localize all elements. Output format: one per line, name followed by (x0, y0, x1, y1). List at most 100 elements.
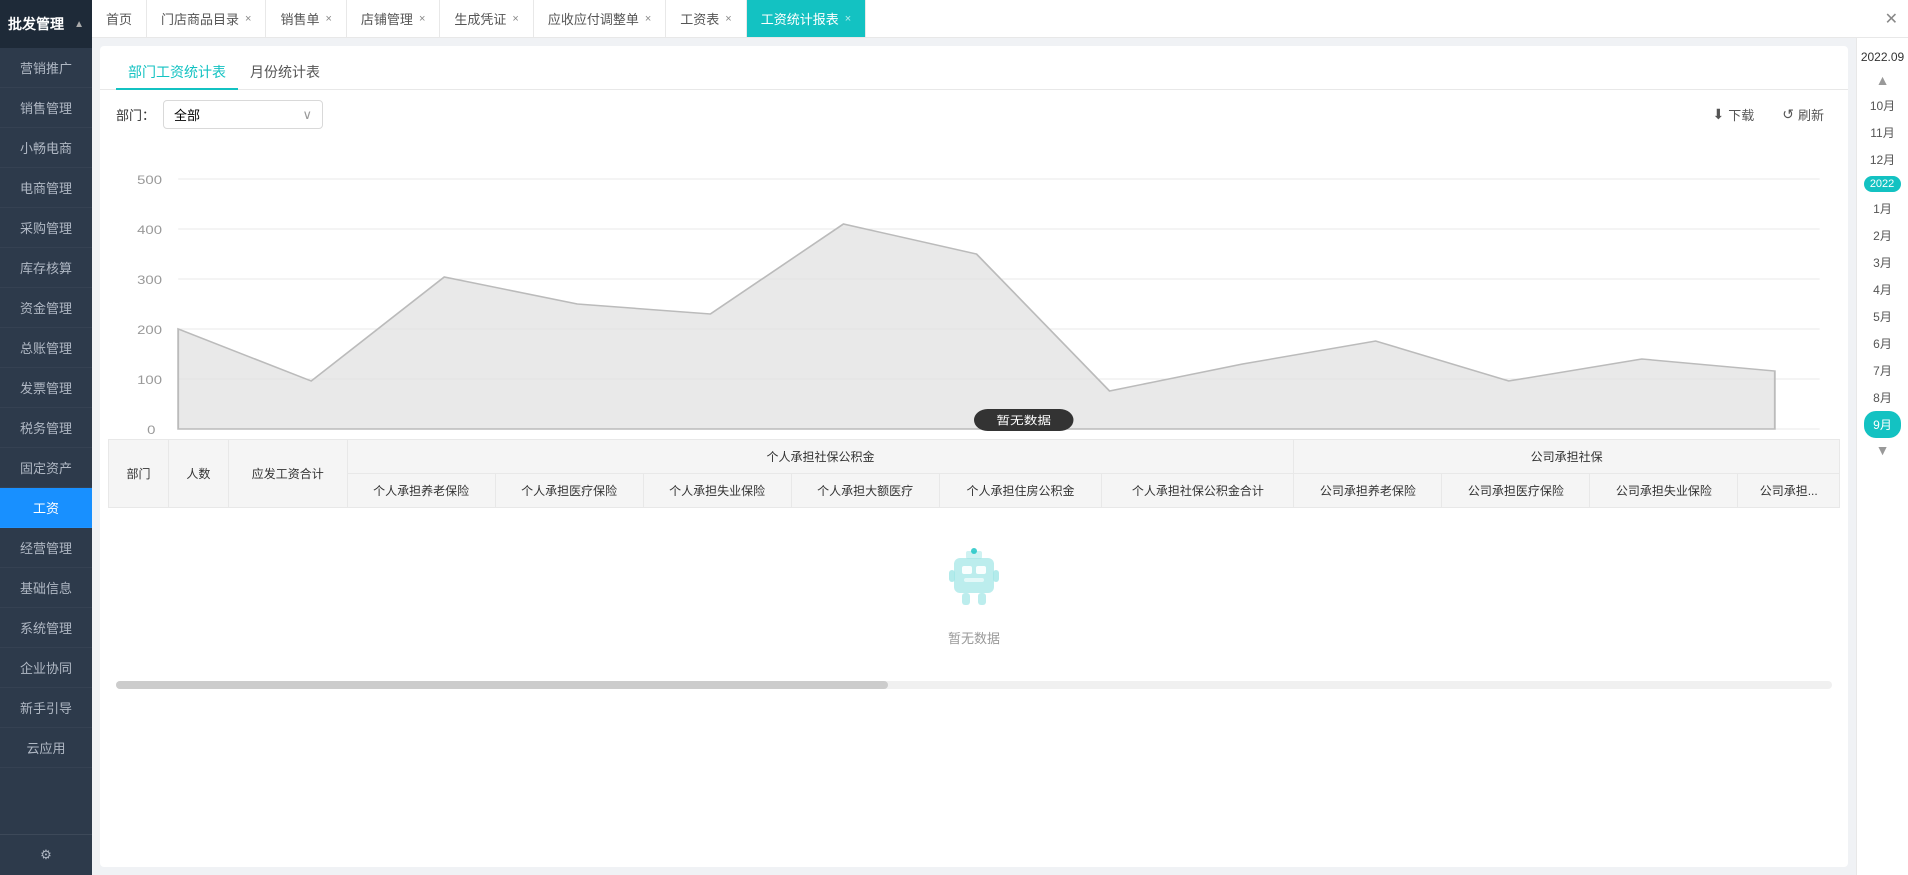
table-header-row-1: 部门 人数 应发工资合计 个人承担社保公积金 公司承担社保 (109, 440, 1840, 474)
date-month-12月[interactable]: 12月 (1864, 146, 1901, 173)
sidebar-items: 营销推广销售管理小畅电商电商管理采购管理库存核算资金管理总账管理发票管理税务管理… (0, 48, 92, 768)
horizontal-scrollbar[interactable] (116, 681, 1832, 689)
sidebar-item-zzgl[interactable]: 总账管理 (0, 328, 92, 368)
sidebar-item-xtgl[interactable]: 系统管理 (0, 608, 92, 648)
th-p-medical: 个人承担医疗保险 (495, 474, 643, 508)
date-panel-header[interactable]: 2022.09 (1856, 46, 1908, 68)
settings-icon: ⚙ (40, 847, 52, 862)
date-month-8月[interactable]: 8月 (1864, 384, 1901, 411)
sidebar-item-xsyd[interactable]: 新手引导 (0, 688, 92, 728)
sidebar-item-cggl[interactable]: 采购管理 (0, 208, 92, 248)
sub-tab-yftj[interactable]: 月份统计表 (238, 56, 332, 90)
tab-items: 首页门店商品目录×销售单×店铺管理×生成凭证×应收应付调整单×工资表×工资统计报… (92, 0, 866, 37)
tab-close-gzb[interactable]: × (725, 13, 731, 25)
sidebar-header[interactable]: 批发管理 ▲ (0, 0, 92, 48)
chart-container: 0 100 200 300 400 500 (116, 139, 1832, 439)
svg-text:100: 100 (137, 373, 162, 386)
sidebar-item-jygl[interactable]: 经营管理 (0, 528, 92, 568)
sub-tabs: 部门工资统计表月份统计表 (100, 46, 1848, 90)
tab-close-gztjb[interactable]: × (845, 13, 851, 25)
tab-label-home: 首页 (106, 9, 132, 28)
date-month-10月[interactable]: 10月 (1864, 92, 1901, 119)
tab-label-ysyftz: 应收应付调整单 (548, 9, 639, 28)
tab-label-gztjb: 工资统计报表 (761, 9, 839, 28)
sidebar-item-yyyp[interactable]: 云应用 (0, 728, 92, 768)
date-month-3月[interactable]: 3月 (1864, 249, 1901, 276)
sidebar-item-gdzy[interactable]: 固定资产 (0, 448, 92, 488)
sidebar-item-dsggl[interactable]: 电商管理 (0, 168, 92, 208)
sidebar-settings-button[interactable]: ⚙ (0, 834, 92, 875)
toolbar-left: 部门： 全部 ∨ (116, 100, 323, 129)
refresh-icon: ↺ (1782, 106, 1794, 123)
refresh-button[interactable]: ↺ 刷新 (1774, 101, 1832, 128)
close-tab-button[interactable]: ✕ (1875, 0, 1908, 37)
tab-scpz[interactable]: 生成凭证× (440, 0, 533, 37)
th-dept: 部门 (109, 440, 169, 508)
tab-close-scpz[interactable]: × (512, 13, 518, 25)
tab-label-gzb: 工资表 (680, 9, 719, 28)
tab-close-xhd[interactable]: × (325, 13, 331, 25)
tab-close-dmspml[interactable]: × (245, 13, 251, 25)
table-container[interactable]: 部门 人数 应发工资合计 个人承担社保公积金 公司承担社保 个人承担养老保险 个… (108, 439, 1840, 867)
date-month-9月[interactable]: 9月 (1864, 411, 1901, 438)
sidebar-item-zjgl[interactable]: 资金管理 (0, 288, 92, 328)
chart-area-polygon (178, 224, 1775, 429)
date-month-11月[interactable]: 11月 (1864, 119, 1901, 146)
date-month-7月[interactable]: 7月 (1864, 357, 1901, 384)
tab-close-ysyftz[interactable]: × (645, 13, 651, 25)
tab-label-dmspml: 门店商品目录 (161, 9, 239, 28)
page-panel: 部门工资统计表月份统计表 部门： 全部 ∨ ⬇ 下载 ↺ (100, 46, 1848, 867)
sidebar-item-xpdws[interactable]: 小畅电商 (0, 128, 92, 168)
sidebar-title: 批发管理 (8, 14, 64, 34)
th-p-total: 个人承担社保公积金合计 (1102, 474, 1294, 508)
data-table: 部门 人数 应发工资合计 个人承担社保公积金 公司承担社保 个人承担养老保险 个… (108, 439, 1840, 508)
sidebar-item-jcxx[interactable]: 基础信息 (0, 568, 92, 608)
sidebar-item-fpgl[interactable]: 发票管理 (0, 368, 92, 408)
svg-text:500: 500 (137, 173, 162, 186)
tab-close-dpgl[interactable]: × (419, 13, 425, 25)
date-month-2月[interactable]: 2月 (1864, 222, 1901, 249)
sidebar-item-kchs[interactable]: 库存核算 (0, 248, 92, 288)
date-month-5月[interactable]: 5月 (1864, 303, 1901, 330)
th-p-housing: 个人承担住房公积金 (939, 474, 1102, 508)
sidebar-item-yxtt[interactable]: 营销推广 (0, 48, 92, 88)
th-c-medical: 公司承担医疗保险 (1442, 474, 1590, 508)
tab-ysyftz[interactable]: 应收应付调整单 × (534, 0, 666, 37)
date-month-4月[interactable]: 4月 (1864, 276, 1901, 303)
tab-home[interactable]: 首页 (92, 0, 147, 37)
svg-text:0: 0 (147, 423, 155, 436)
date-month-1月[interactable]: 1月 (1864, 195, 1901, 222)
tab-dpgl[interactable]: 店铺管理× (347, 0, 440, 37)
sidebar-item-gz[interactable]: 工资 (0, 488, 92, 528)
tab-gzb[interactable]: 工资表 × (666, 0, 746, 37)
th-salary-total: 应发工资合计 (228, 440, 347, 508)
sub-tab-bmgztj[interactable]: 部门工资统计表 (116, 56, 238, 90)
tab-xhd[interactable]: 销售单 × (266, 0, 346, 37)
download-button[interactable]: ⬇ 下载 (1705, 101, 1763, 128)
sidebar: 批发管理 ▲ 营销推广销售管理小畅电商电商管理采购管理库存核算资金管理总账管理发… (0, 0, 92, 875)
th-c-unemploy: 公司承担失业保险 (1590, 474, 1738, 508)
date-months: 10月11月12月 2022 1月2月3月4月5月6月7月8月9月 (1864, 92, 1901, 438)
download-icon: ⬇ (1713, 106, 1725, 123)
dept-select[interactable]: 全部 ∨ (163, 100, 323, 129)
tab-dmspml[interactable]: 门店商品目录 × (147, 0, 266, 37)
date-nav-up-button[interactable]: ▲ (1871, 68, 1895, 92)
sidebar-item-qyxt[interactable]: 企业协同 (0, 648, 92, 688)
tab-label-xhd: 销售单 (280, 9, 319, 28)
th-persons: 人数 (168, 440, 228, 508)
th-company-social: 公司承担社保 (1294, 440, 1840, 474)
sidebar-item-swgl[interactable]: 税务管理 (0, 408, 92, 448)
sidebar-item-xsgl[interactable]: 销售管理 (0, 88, 92, 128)
svg-text:300: 300 (137, 273, 162, 286)
main-area: 首页门店商品目录×销售单×店铺管理×生成凭证×应收应付调整单×工资表×工资统计报… (92, 0, 1908, 875)
scrollbar-thumb[interactable] (116, 681, 888, 689)
th-p-unemploy: 个人承担失业保险 (643, 474, 791, 508)
date-nav-down-button[interactable]: ▼ (1871, 438, 1895, 462)
th-p-major-medical: 个人承担大额医疗 (791, 474, 939, 508)
sidebar-arrow-icon: ▲ (74, 19, 84, 30)
th-p-pension: 个人承担养老保险 (347, 474, 495, 508)
refresh-label: 刷新 (1798, 105, 1824, 124)
date-month-6月[interactable]: 6月 (1864, 330, 1901, 357)
date-year-badge[interactable]: 2022 (1864, 176, 1901, 192)
tab-gztjb[interactable]: 工资统计报表 × (747, 0, 866, 37)
